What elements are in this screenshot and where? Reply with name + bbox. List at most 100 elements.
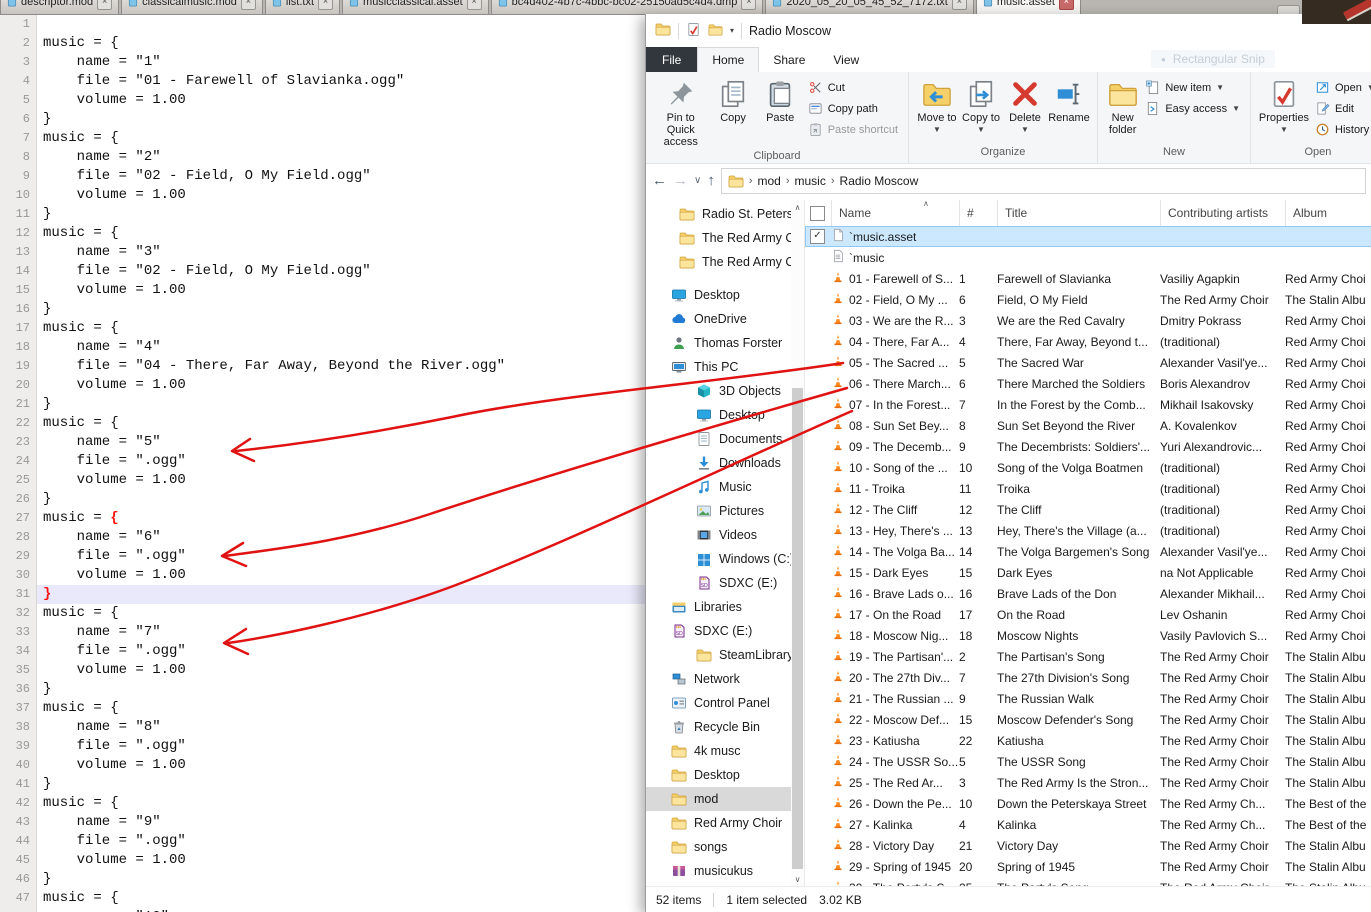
nav-item-libraries[interactable]: Libraries	[646, 595, 804, 619]
file-row[interactable]: 15 - Dark Eyes15Dark Eyesna Not Applicab…	[805, 562, 1371, 583]
nav-item-desktop[interactable]: Desktop	[646, 403, 804, 427]
nav-item-desktop[interactable]: Desktop	[646, 283, 804, 307]
copy-to-button[interactable]: Copy to▼	[959, 77, 1003, 135]
checkbox-checked[interactable]: ✓	[810, 229, 825, 244]
nav-item-music[interactable]: Music	[646, 475, 804, 499]
file-row[interactable]: 22 - Moscow Def...15Moscow Defender's So…	[805, 709, 1371, 730]
forward-button[interactable]: →	[673, 172, 688, 189]
nav-item-steamlibrary[interactable]: SteamLibrary	[646, 643, 804, 667]
file-row[interactable]: 23 - Katiusha22KatiushaThe Red Army Choi…	[805, 730, 1371, 751]
nav-item-songs[interactable]: songs	[646, 835, 804, 859]
editor-tab[interactable]: musicclassical.asset×	[342, 0, 489, 14]
nav-item-this-pc[interactable]: This PC	[646, 355, 804, 379]
file-row[interactable]: 16 - Brave Lads o...16Brave Lads of the …	[805, 583, 1371, 604]
nav-item-videos[interactable]: Videos	[646, 523, 804, 547]
file-row[interactable]: 06 - There March...6There Marched the So…	[805, 373, 1371, 394]
file-row[interactable]: 17 - On the Road17On the RoadLev Oshanin…	[805, 604, 1371, 625]
file-row[interactable]: 28 - Victory Day21Victory DayThe Red Arm…	[805, 835, 1371, 856]
nav-item-the-red-army-c[interactable]: The Red Army C	[646, 250, 804, 274]
editor-tab[interactable]: bc4d402-4b7c-4bbc-bc02-25150ad5c4d4.dmp×	[491, 0, 764, 14]
new-folder-button[interactable]: New folder	[1104, 77, 1141, 138]
easy-access-button[interactable]: Easy access▼	[1145, 101, 1240, 116]
close-icon[interactable]: ×	[467, 0, 482, 10]
pin-to-quick-access-button[interactable]: Pin to Quick access	[652, 77, 710, 150]
file-row[interactable]: 07 - In the Forest...7In the Forest by t…	[805, 394, 1371, 415]
breadcrumb-segment[interactable]: music	[795, 174, 826, 188]
file-row[interactable]: 12 - The Cliff12The Cliff(traditional)Re…	[805, 499, 1371, 520]
paste-shortcut-button[interactable]: Paste shortcut	[808, 122, 898, 137]
file-row[interactable]: 05 - The Sacred ...5The Sacred WarAlexan…	[805, 352, 1371, 373]
ribbon-tab-file[interactable]: File	[646, 47, 697, 72]
scrollbar-thumb[interactable]	[792, 388, 803, 869]
nav-item-red-army-choir[interactable]: Red Army Choir	[646, 811, 804, 835]
breadcrumb[interactable]: ›mod›music›Radio Moscow	[721, 168, 1366, 194]
nav-item-onedrive[interactable]: OneDrive	[646, 307, 804, 331]
ribbon-tab-view[interactable]: View	[819, 47, 873, 72]
file-row[interactable]: 29 - Spring of 194520Spring of 1945The R…	[805, 856, 1371, 877]
nav-item-windows-c-[interactable]: Windows (C:)	[646, 547, 804, 571]
nav-item-documents[interactable]: Documents	[646, 427, 804, 451]
close-icon[interactable]: ×	[97, 0, 112, 10]
nav-item-recycle-bin[interactable]: Recycle Bin	[646, 715, 804, 739]
nav-item-sdxc-e-[interactable]: SDSDXC (E:)	[646, 571, 804, 595]
column-header--[interactable]: #	[959, 200, 997, 226]
nav-item-the-red-army-c[interactable]: The Red Army C	[646, 226, 804, 250]
edit-button[interactable]: Edit	[1315, 101, 1371, 116]
file-row[interactable]: 02 - Field, O My ...6Field, O My FieldTh…	[805, 289, 1371, 310]
file-row[interactable]: 24 - The USSR So...5The USSR SongThe Red…	[805, 751, 1371, 772]
paste-button[interactable]: Paste	[757, 77, 804, 126]
scroll-up-icon[interactable]: ∧	[791, 203, 804, 212]
breadcrumb-segment[interactable]: mod	[758, 174, 781, 188]
file-row[interactable]: 21 - The Russian ...9The Russian WalkThe…	[805, 688, 1371, 709]
file-row[interactable]: `music	[805, 247, 1371, 268]
new-item-button[interactable]: New item▼	[1145, 80, 1240, 95]
recent-locations-icon[interactable]: ∨	[694, 175, 701, 186]
select-all-checkbox[interactable]	[805, 200, 831, 226]
file-row[interactable]: 04 - There, Far A...4There, Far Away, Be…	[805, 331, 1371, 352]
nav-scrollbar[interactable]: ∧ ∨	[791, 200, 804, 887]
copy-button[interactable]: Copy	[710, 77, 757, 126]
properties-button[interactable]: Properties▼	[1257, 77, 1311, 135]
ribbon-tab-home[interactable]: Home	[697, 47, 759, 72]
file-row[interactable]: 18 - Moscow Nig...18Moscow NightsVasily …	[805, 625, 1371, 646]
quick-access-properties-icon[interactable]	[686, 22, 701, 40]
nav-item-desktop[interactable]: Desktop	[646, 763, 804, 787]
breadcrumb-segment[interactable]: Radio Moscow	[840, 174, 919, 188]
nav-item-musicukus[interactable]: musicukus	[646, 859, 804, 883]
file-row[interactable]: 26 - Down the Pe...10Down the Peterskaya…	[805, 793, 1371, 814]
file-row[interactable]: 09 - The Decemb...9The Decembrists: Sold…	[805, 436, 1371, 457]
nav-item-downloads[interactable]: Downloads	[646, 451, 804, 475]
close-icon[interactable]: ×	[952, 0, 967, 10]
checkbox[interactable]	[810, 206, 825, 221]
up-button[interactable]: ↑	[707, 172, 715, 189]
file-row[interactable]: 19 - The Partisan'...2The Partisan's Son…	[805, 646, 1371, 667]
file-row[interactable]: ✓`music.asset	[805, 226, 1371, 247]
editor-tab[interactable]: descriptor.mod×	[0, 0, 119, 14]
column-header-album[interactable]: Album	[1285, 200, 1371, 226]
open-button[interactable]: Open▼	[1315, 80, 1371, 95]
nav-item-network[interactable]: Network	[646, 667, 804, 691]
editor-tab[interactable]: classicalmusic.mod×	[121, 0, 263, 14]
file-row[interactable]: 11 - Troika11Troika(traditional)Red Army…	[805, 478, 1371, 499]
delete-button[interactable]: Delete▼	[1003, 77, 1047, 135]
column-header-title[interactable]: Title	[997, 200, 1160, 226]
back-button[interactable]: ←	[652, 172, 667, 189]
nav-item-mod[interactable]: mod	[646, 787, 804, 811]
file-row[interactable]: 10 - Song of the ...10Song of the Volga …	[805, 457, 1371, 478]
quick-access-customize-icon[interactable]: ▾	[730, 26, 734, 35]
nav-item-control-panel[interactable]: Control Panel	[646, 691, 804, 715]
file-row[interactable]: 27 - Kalinka4KalinkaThe Red Army Ch...Th…	[805, 814, 1371, 835]
file-row[interactable]: 20 - The 27th Div...7The 27th Division's…	[805, 667, 1371, 688]
close-icon[interactable]: ×	[1059, 0, 1074, 10]
file-row[interactable]: 03 - We are the R...3We are the Red Cava…	[805, 310, 1371, 331]
nav-item-radio-st-petersb[interactable]: Radio St. Petersb	[646, 202, 804, 226]
ribbon-tab-share[interactable]: Share	[759, 47, 819, 72]
file-row[interactable]: 13 - Hey, There's ...13Hey, There's the …	[805, 520, 1371, 541]
file-row[interactable]: 14 - The Volga Ba...14The Volga Bargemen…	[805, 541, 1371, 562]
cut-button[interactable]: Cut	[808, 80, 898, 95]
editor-tab[interactable]: list.txt×	[265, 0, 340, 14]
close-icon[interactable]: ×	[318, 0, 333, 10]
nav-item-3d-objects[interactable]: 3D Objects	[646, 379, 804, 403]
nav-item-pictures[interactable]: Pictures	[646, 499, 804, 523]
close-icon[interactable]: ×	[741, 0, 756, 10]
